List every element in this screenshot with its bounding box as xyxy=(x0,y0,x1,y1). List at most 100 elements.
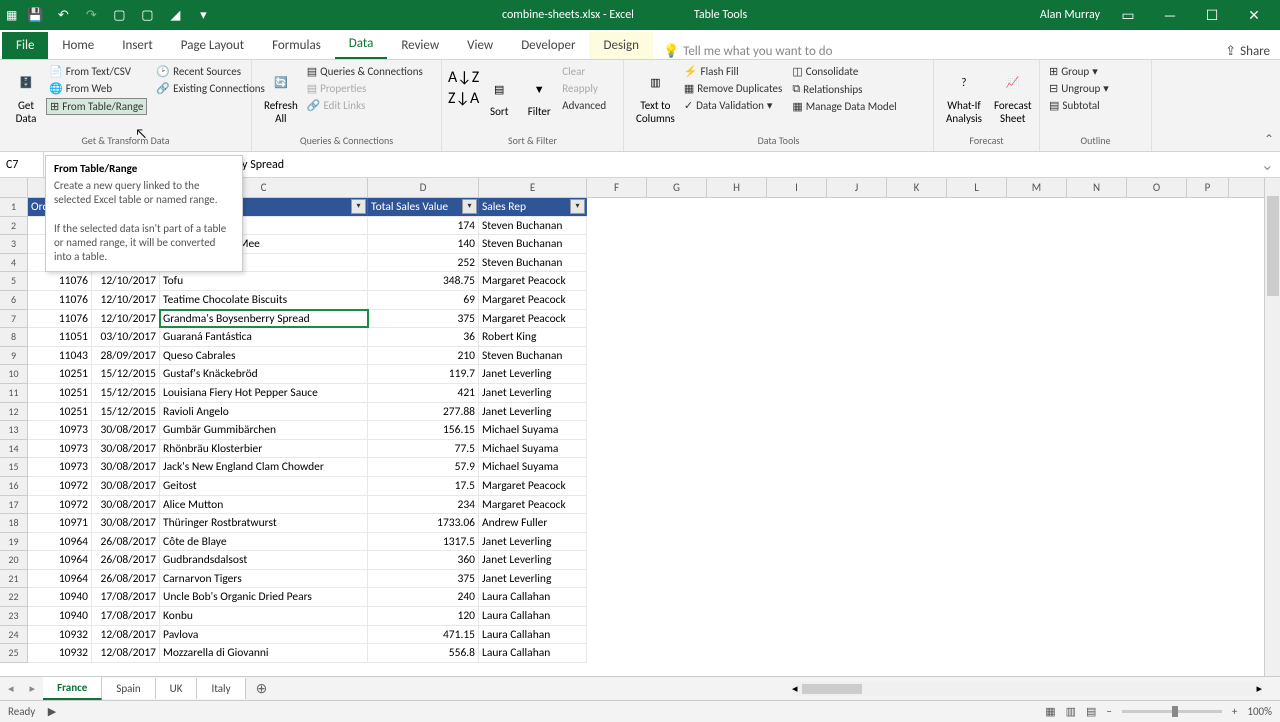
table-header[interactable]: Sales Rep▾ xyxy=(479,198,587,216)
view-pagebreak-icon[interactable]: ▤ xyxy=(1086,705,1096,718)
cell[interactable]: 174 xyxy=(368,217,479,235)
cell[interactable]: 26/08/2017 xyxy=(92,533,160,551)
cell[interactable]: 10964 xyxy=(28,533,92,551)
table-header[interactable]: Total Sales Value▾ xyxy=(368,198,479,216)
col-header[interactable]: M xyxy=(1007,178,1067,197)
cell[interactable]: 10972 xyxy=(28,477,92,495)
cell[interactable]: 11076 xyxy=(28,291,92,309)
row-header[interactable]: 16 xyxy=(0,477,27,496)
row-header[interactable]: 25 xyxy=(0,644,27,663)
cell[interactable]: 1733.06 xyxy=(368,514,479,532)
from-web-button[interactable]: 🌐From Web xyxy=(46,81,147,96)
qat-icon[interactable]: ▢ xyxy=(109,5,129,25)
zoom-slider[interactable] xyxy=(1122,710,1222,713)
sort-button[interactable]: ▤Sort xyxy=(479,62,519,132)
qat-icon[interactable]: ▢ xyxy=(137,5,157,25)
close-icon[interactable]: ✕ xyxy=(1236,7,1272,24)
recent-sources-button[interactable]: 🕑Recent Sources xyxy=(153,64,267,79)
cell[interactable]: 30/08/2017 xyxy=(92,421,160,439)
row-header[interactable]: 7 xyxy=(0,310,27,329)
row-header[interactable]: 14 xyxy=(0,440,27,459)
clear-button[interactable]: Clear xyxy=(559,64,609,79)
cell[interactable]: 375 xyxy=(368,570,479,588)
relationships-button[interactable]: ⧉Relationships xyxy=(789,81,899,97)
cell[interactable]: 12/08/2017 xyxy=(92,626,160,644)
cell[interactable]: 252 xyxy=(368,254,479,272)
row-headers[interactable]: 1234567891011121314151617181920212223242… xyxy=(0,198,28,663)
row-header[interactable]: 10 xyxy=(0,365,27,384)
cell[interactable]: Janet Leverling xyxy=(479,533,587,551)
cell[interactable]: 10971 xyxy=(28,514,92,532)
row-header[interactable]: 3 xyxy=(0,235,27,254)
cell[interactable]: 10972 xyxy=(28,496,92,514)
row-header[interactable]: 4 xyxy=(0,254,27,273)
cell[interactable]: 10251 xyxy=(28,384,92,402)
get-data-button[interactable]: 🗄️Get Data xyxy=(6,62,46,132)
row-header[interactable]: 2 xyxy=(0,217,27,236)
cell[interactable]: 17/08/2017 xyxy=(92,607,160,625)
macro-icon[interactable]: ▶ xyxy=(48,705,56,718)
cell[interactable]: Janet Leverling xyxy=(479,551,587,569)
cell[interactable]: Ravioli Angelo xyxy=(160,403,368,421)
cell[interactable]: 10932 xyxy=(28,644,92,662)
cell[interactable]: 234 xyxy=(368,496,479,514)
flash-fill-button[interactable]: ⚡Flash Fill xyxy=(681,64,785,79)
cell[interactable]: 156.15 xyxy=(368,421,479,439)
cell[interactable]: 17.5 xyxy=(368,477,479,495)
collapse-ribbon-icon[interactable]: ⌃ xyxy=(1264,132,1274,147)
tab-view[interactable]: View xyxy=(453,32,507,59)
row-header[interactable]: 18 xyxy=(0,514,27,533)
from-text-csv-button[interactable]: 📄From Text/CSV xyxy=(46,64,147,79)
cell[interactable]: Michael Suyama xyxy=(479,421,587,439)
tab-insert[interactable]: Insert xyxy=(108,32,167,59)
cell[interactable]: 17/08/2017 xyxy=(92,588,160,606)
cell[interactable]: 1317.5 xyxy=(368,533,479,551)
user-name[interactable]: Alan Murray xyxy=(1030,8,1110,22)
cell[interactable]: Steven Buchanan xyxy=(479,347,587,365)
cell[interactable]: 10251 xyxy=(28,403,92,421)
cell[interactable]: 140 xyxy=(368,235,479,253)
queries-connections-button[interactable]: ▤Queries & Connections xyxy=(304,64,426,79)
cell[interactable]: Michael Suyama xyxy=(479,440,587,458)
cell[interactable]: 30/08/2017 xyxy=(92,440,160,458)
name-box[interactable]: C7 xyxy=(0,152,44,177)
forecast-sheet-button[interactable]: 📈Forecast Sheet xyxy=(988,62,1038,132)
group-button[interactable]: ⊞Group ▾ xyxy=(1046,64,1112,79)
cell[interactable]: 12/10/2017 xyxy=(92,291,160,309)
cell[interactable]: 10964 xyxy=(28,570,92,588)
cell[interactable]: 12/08/2017 xyxy=(92,644,160,662)
col-header[interactable]: F xyxy=(587,178,647,197)
tab-formulas[interactable]: Formulas xyxy=(258,32,335,59)
cell[interactable]: 10932 xyxy=(28,626,92,644)
cell[interactable]: Konbu xyxy=(160,607,368,625)
zoom-in-icon[interactable]: + xyxy=(1232,705,1237,718)
filter-button[interactable]: ▼Filter xyxy=(519,62,559,132)
cell[interactable]: 360 xyxy=(368,551,479,569)
cell[interactable]: Steven Buchanan xyxy=(479,254,587,272)
redo-icon[interactable]: ↷ xyxy=(81,5,101,25)
cell[interactable]: Andrew Fuller xyxy=(479,514,587,532)
cell[interactable]: Côte de Blaye xyxy=(160,533,368,551)
save-icon[interactable]: 💾 xyxy=(25,5,45,25)
qat-icon[interactable]: ◢ xyxy=(165,5,185,25)
view-layout-icon[interactable]: ▥ xyxy=(1066,705,1076,718)
cell[interactable]: 10973 xyxy=(28,458,92,476)
cell[interactable]: Gumbär Gummibärchen xyxy=(160,421,368,439)
refresh-all-button[interactable]: 🔄Refresh All xyxy=(258,62,304,132)
cell[interactable]: 10940 xyxy=(28,607,92,625)
cell[interactable]: 03/10/2017 xyxy=(92,328,160,346)
row-header[interactable]: 24 xyxy=(0,626,27,645)
cell[interactable]: 15/12/2015 xyxy=(92,403,160,421)
cell[interactable]: Janet Leverling xyxy=(479,570,587,588)
cell[interactable]: 119.7 xyxy=(368,365,479,383)
tab-data[interactable]: Data xyxy=(335,30,388,59)
expand-formula-icon[interactable]: ⌄ xyxy=(1255,155,1280,175)
cell[interactable]: 10973 xyxy=(28,421,92,439)
cell[interactable]: 10964 xyxy=(28,551,92,569)
tab-review[interactable]: Review xyxy=(387,32,453,59)
cell[interactable]: 10940 xyxy=(28,588,92,606)
cell[interactable]: 11043 xyxy=(28,347,92,365)
consolidate-button[interactable]: ◫Consolidate xyxy=(789,64,899,79)
cell[interactable]: Pavlova xyxy=(160,626,368,644)
row-header[interactable]: 22 xyxy=(0,588,27,607)
